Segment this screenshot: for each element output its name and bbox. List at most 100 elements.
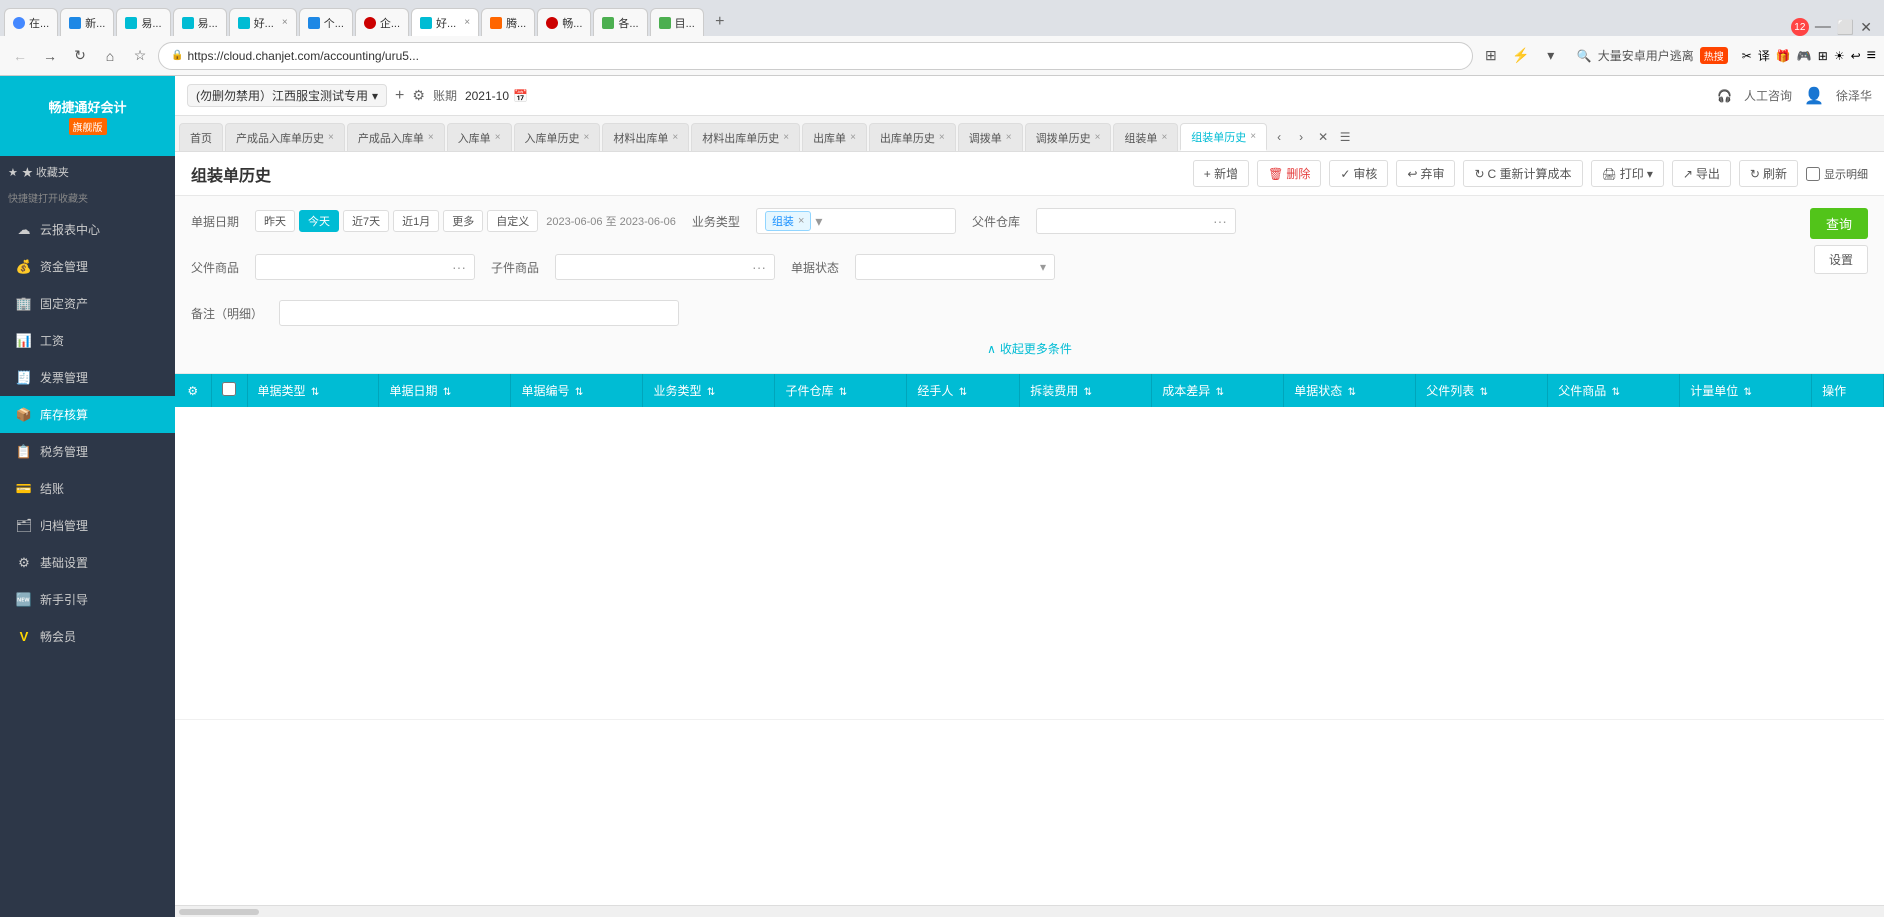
- browser-tab-t12[interactable]: 目...: [650, 8, 704, 36]
- browser-tab-t3[interactable]: 易...: [116, 8, 170, 36]
- browser-tab-t11[interactable]: 各...: [593, 8, 647, 36]
- page-tab-pt5[interactable]: 入库单历史 ×: [514, 123, 601, 151]
- date-btn-1month[interactable]: 近1月: [393, 210, 439, 232]
- page-tab-pt9[interactable]: 出库单历史 ×: [869, 123, 956, 151]
- remark-input[interactable]: [279, 300, 679, 326]
- export-button[interactable]: ↗ 导出: [1672, 160, 1731, 187]
- home-button[interactable]: ⌂: [98, 44, 122, 68]
- parent-warehouse-dots[interactable]: ···: [1213, 213, 1227, 229]
- page-tab-pt11[interactable]: 调拨单历史 ×: [1025, 123, 1112, 151]
- page-tab-close-pt4[interactable]: ×: [495, 132, 501, 143]
- refresh-button-action[interactable]: ↻ 刷新: [1739, 160, 1798, 187]
- sidebar-item-invoice-mgmt[interactable]: 🧾 发票管理: [0, 359, 175, 396]
- child-goods-dots[interactable]: ···: [752, 259, 766, 275]
- col-biz-type[interactable]: 业务类型 ⇅: [643, 374, 775, 407]
- page-tab-pt2[interactable]: 产成品入库单历史 ×: [225, 123, 345, 151]
- col-doc-date[interactable]: 单据日期 ⇅: [379, 374, 511, 407]
- bookmark-button[interactable]: ☆: [128, 44, 152, 68]
- date-btn-7days[interactable]: 近7天: [343, 210, 389, 232]
- select-all-checkbox[interactable]: [222, 382, 236, 396]
- col-doc-type[interactable]: 单据类型 ⇅: [247, 374, 379, 407]
- show-detail-checkbox[interactable]: [1806, 167, 1820, 181]
- add-button[interactable]: + 新增: [1193, 160, 1249, 187]
- period-selector[interactable]: 2021-10 📅: [465, 89, 528, 103]
- browser-tab-t5[interactable]: 好... ×: [229, 8, 297, 36]
- browser-tab-t2[interactable]: 新...: [60, 8, 114, 36]
- qr-button[interactable]: ⊞: [1479, 44, 1503, 68]
- col-cost-diff[interactable]: 成本差异 ⇅: [1152, 374, 1284, 407]
- sidebar-item-inventory[interactable]: 📦 库存核算: [0, 396, 175, 433]
- sidebar-item-cloud-report[interactable]: ☁ 云报表中心: [0, 211, 175, 248]
- set-button[interactable]: 设置: [1814, 245, 1868, 274]
- col-unit[interactable]: 计量单位 ⇅: [1680, 374, 1812, 407]
- date-btn-custom[interactable]: 自定义: [487, 210, 538, 232]
- page-tab-close-pt9[interactable]: ×: [939, 132, 945, 143]
- close-button[interactable]: ✕: [1860, 19, 1872, 36]
- collapse-btn[interactable]: ∧ 收起更多条件: [191, 336, 1868, 361]
- sidebar-item-settlement[interactable]: 💳 结账: [0, 470, 175, 507]
- sidebar-item-salary[interactable]: 📊 工资: [0, 322, 175, 359]
- page-tab-pt7[interactable]: 材料出库单历史 ×: [691, 123, 800, 151]
- sidebar-item-basic-settings[interactable]: ⚙ 基础设置: [0, 544, 175, 581]
- page-tab-close-pt11[interactable]: ×: [1095, 132, 1101, 143]
- minimize-button[interactable]: —: [1815, 18, 1831, 36]
- col-parent-goods[interactable]: 父件商品 ⇅: [1548, 374, 1680, 407]
- page-tab-nav-menu[interactable]: ☰: [1335, 123, 1355, 151]
- doc-status-select[interactable]: ▾: [855, 254, 1055, 280]
- page-tab-pt12[interactable]: 组装单 ×: [1113, 123, 1178, 151]
- browser-tab-t4[interactable]: 易...: [173, 8, 227, 36]
- review-button[interactable]: ✓ 审核: [1329, 160, 1388, 187]
- new-tab-button[interactable]: +: [706, 8, 734, 36]
- bottom-scroll[interactable]: [175, 905, 1884, 917]
- support-label[interactable]: 人工咨询: [1744, 87, 1792, 104]
- date-btn-today[interactable]: 今天: [299, 210, 339, 232]
- col-child-warehouse[interactable]: 子件仓库 ⇅: [775, 374, 907, 407]
- lightning-button[interactable]: ⚡: [1509, 44, 1533, 68]
- page-tab-pt4[interactable]: 入库单 ×: [447, 123, 512, 151]
- col-doc-status[interactable]: 单据状态 ⇅: [1284, 374, 1416, 407]
- page-tab-nav-close[interactable]: ✕: [1313, 123, 1333, 151]
- browser-tab-t9[interactable]: 腾...: [481, 8, 535, 36]
- browser-tab-t8[interactable]: 好... ×: [411, 8, 479, 36]
- browser-tab-t6[interactable]: 个...: [299, 8, 353, 36]
- col-doc-no[interactable]: 单据编号 ⇅: [511, 374, 643, 407]
- sidebar-item-fund-mgmt[interactable]: 💰 资金管理: [0, 248, 175, 285]
- col-parent-list[interactable]: 父件列表 ⇅: [1416, 374, 1548, 407]
- address-input[interactable]: 🔒 https://cloud.chanjet.com/accounting/u…: [158, 42, 1473, 70]
- page-tab-close-pt10[interactable]: ×: [1006, 132, 1012, 143]
- sidebar-item-member[interactable]: V 畅会员: [0, 618, 175, 655]
- back-button[interactable]: ←: [8, 44, 32, 68]
- company-selector[interactable]: (勿删勿禁用）江西服宝测试专用 ▾: [187, 84, 387, 107]
- col-handler[interactable]: 经手人 ⇅: [907, 374, 1020, 407]
- date-btn-yesterday[interactable]: 昨天: [255, 210, 295, 232]
- parent-goods-dots[interactable]: ···: [452, 259, 466, 275]
- biz-type-dots[interactable]: ▾: [815, 213, 822, 230]
- biz-type-tag-close[interactable]: ×: [798, 215, 804, 227]
- col-checkbox[interactable]: [211, 374, 247, 407]
- page-tab-close-pt3[interactable]: ×: [428, 132, 434, 143]
- child-goods-input[interactable]: ···: [555, 254, 775, 280]
- page-tab-nav-next[interactable]: ›: [1291, 123, 1311, 151]
- tab-close-t8[interactable]: ×: [464, 17, 470, 28]
- maximize-button[interactable]: ⬜: [1837, 19, 1854, 36]
- page-tab-close-pt6[interactable]: ×: [672, 132, 678, 143]
- page-tab-close-pt2[interactable]: ×: [328, 132, 334, 143]
- dropdown-button[interactable]: ▾: [1539, 44, 1563, 68]
- page-tab-pt10[interactable]: 调拨单 ×: [958, 123, 1023, 151]
- print-button[interactable]: 🖨 打印 ▾: [1591, 160, 1664, 187]
- delete-button[interactable]: 🗑 删除: [1257, 160, 1321, 187]
- page-tab-close-pt7[interactable]: ×: [783, 132, 789, 143]
- date-btn-more[interactable]: 更多: [443, 210, 483, 232]
- sidebar-item-fixed-assets[interactable]: 🏢 固定资产: [0, 285, 175, 322]
- col-disassemble-cost[interactable]: 拆装费用 ⇅: [1020, 374, 1152, 407]
- page-tab-pt13[interactable]: 组装单历史 ×: [1180, 123, 1267, 151]
- forward-button[interactable]: →: [38, 44, 62, 68]
- sidebar-item-guide[interactable]: 🆕 新手引导: [0, 581, 175, 618]
- settings-gear-icon[interactable]: ⚙: [412, 87, 425, 104]
- page-tab-pt8[interactable]: 出库单 ×: [802, 123, 867, 151]
- page-tab-close-pt13[interactable]: ×: [1250, 131, 1256, 142]
- parent-goods-input[interactable]: ···: [255, 254, 475, 280]
- page-tab-close-pt12[interactable]: ×: [1161, 132, 1167, 143]
- abandon-button[interactable]: ↩ 弃审: [1396, 160, 1455, 187]
- page-tab-close-pt5[interactable]: ×: [584, 132, 590, 143]
